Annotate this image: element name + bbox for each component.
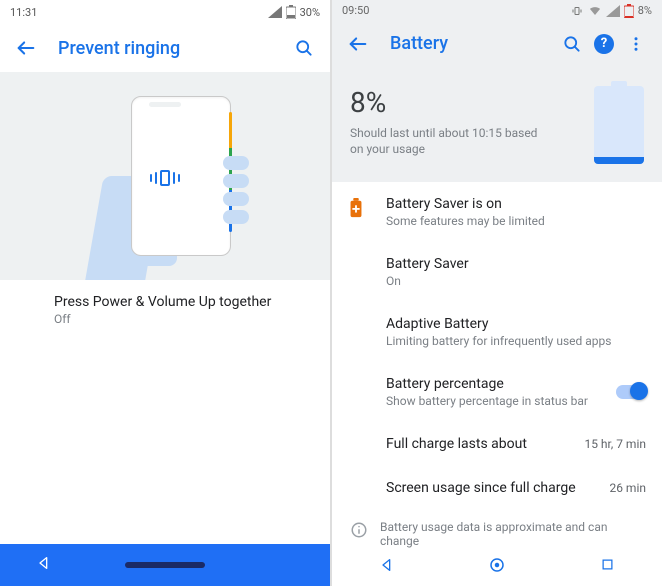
arrow-back-icon [15, 37, 37, 59]
item-primary: Adaptive Battery [386, 316, 644, 332]
search-button[interactable] [556, 28, 588, 60]
signal-icon [268, 6, 282, 18]
help-icon: ? [594, 34, 614, 54]
phone-battery: 09:50 8% Battery ? 8% Should last until … [332, 0, 662, 586]
footer-note-text: Battery usage data is approximate and ca… [380, 520, 644, 548]
nav-back-button[interactable] [36, 555, 52, 575]
navigation-bar [0, 544, 330, 586]
help-button[interactable]: ? [588, 28, 620, 60]
status-icons: 30% [268, 5, 320, 19]
item-primary: Battery Saver is on [386, 196, 644, 212]
status-time: 09:50 [342, 4, 369, 17]
status-time: 11:31 [10, 6, 37, 19]
arrow-back-icon [347, 33, 369, 55]
nav-home-button[interactable] [125, 562, 205, 568]
item-secondary: Limiting battery for infrequently used a… [386, 334, 644, 348]
nav-back-icon [379, 557, 395, 573]
battery-hero[interactable]: 8% Should last until about 10:15 based o… [332, 66, 662, 182]
more-vert-icon [627, 35, 645, 53]
item-secondary: Show battery percentage in status bar [386, 394, 644, 408]
battery-caption: Should last until about 10:15 based on y… [350, 125, 550, 157]
info-icon [350, 521, 368, 539]
nav-recents-icon [600, 557, 615, 572]
screen-usage-item[interactable]: Screen usage since full charge 26 min [332, 466, 662, 510]
item-secondary: On [386, 274, 644, 288]
status-bar: 09:50 8% [332, 0, 662, 22]
vibrate-icon [150, 170, 180, 186]
battery-saver-icon [348, 198, 364, 222]
status-battery-text: 8% [638, 4, 652, 17]
item-secondary: Off [54, 312, 312, 326]
battery-percentage-toggle[interactable] [616, 385, 646, 399]
signal-icon [606, 5, 620, 17]
battery-percentage-item[interactable]: Battery percentage Show battery percenta… [332, 362, 662, 422]
adaptive-battery-item[interactable]: Adaptive Battery Limiting battery for in… [332, 302, 662, 362]
app-bar: Battery ? [332, 22, 662, 66]
back-button[interactable] [342, 28, 374, 60]
battery-icon [286, 5, 296, 19]
item-primary: Battery Saver [386, 256, 644, 272]
status-bar: 11:31 30% [0, 0, 330, 24]
app-bar: Prevent ringing [0, 24, 330, 72]
battery-saver-item[interactable]: Battery Saver On [332, 242, 662, 302]
illustration [0, 72, 330, 280]
battery-saver-banner[interactable]: Battery Saver is on Some features may be… [332, 182, 662, 242]
item-primary: Battery percentage [386, 376, 644, 392]
navigation-bar [332, 548, 662, 586]
item-primary: Press Power & Volume Up together [54, 294, 312, 310]
search-icon [562, 34, 582, 54]
battery-percent: 8% [350, 86, 586, 119]
battery-graphic-icon [594, 86, 644, 164]
phone-prevent-ringing: 11:31 30% Prevent ringing [0, 0, 330, 586]
prevent-ringing-item[interactable]: Press Power & Volume Up together Off [0, 280, 330, 340]
footer-note: Battery usage data is approximate and ca… [332, 510, 662, 548]
item-primary: Screen usage since full charge [386, 480, 644, 496]
item-trailing: 15 hr, 7 min [584, 437, 646, 451]
item-trailing: 26 min [609, 481, 646, 495]
search-icon [294, 38, 314, 58]
status-icons: 8% [570, 4, 652, 18]
nav-recents-button[interactable] [600, 557, 615, 576]
overflow-button[interactable] [620, 28, 652, 60]
search-button[interactable] [288, 32, 320, 64]
nav-back-button[interactable] [379, 557, 395, 577]
nav-back-icon [36, 555, 52, 571]
battery-icon [624, 4, 634, 18]
back-button[interactable] [10, 32, 42, 64]
full-charge-item[interactable]: Full charge lasts about 15 hr, 7 min [332, 422, 662, 466]
nav-home-button[interactable] [488, 556, 506, 578]
wifi-icon [588, 5, 602, 17]
status-battery-text: 30% [300, 6, 320, 19]
page-title: Battery [390, 33, 556, 54]
vibrate-icon [570, 5, 584, 17]
item-secondary: Some features may be limited [386, 214, 644, 228]
page-title: Prevent ringing [58, 38, 288, 59]
nav-home-icon [488, 556, 506, 574]
